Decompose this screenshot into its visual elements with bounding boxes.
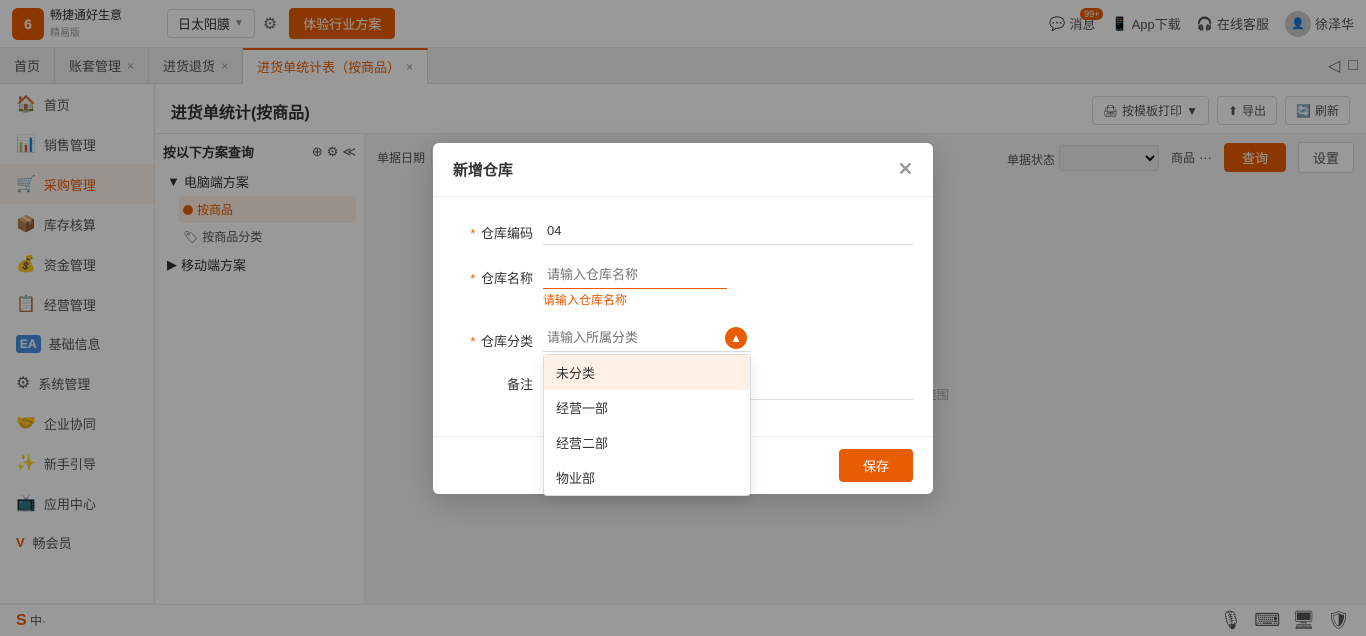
category-toggle-btn[interactable]: ▲ bbox=[725, 327, 747, 349]
save-btn[interactable]: 保存 bbox=[839, 449, 913, 482]
dropdown-option-dept1[interactable]: 经营一部 bbox=[544, 390, 750, 425]
name-error-msg: 请输入仓库名称 bbox=[543, 291, 627, 308]
dropdown-option-property[interactable]: 物业部 bbox=[544, 460, 750, 495]
modal-header: 新增仓库 ✕ bbox=[433, 143, 933, 197]
modal-close-btn[interactable]: ✕ bbox=[898, 159, 913, 180]
modal-title: 新增仓库 bbox=[453, 159, 513, 180]
code-label: * 仓库编码 bbox=[453, 217, 543, 242]
dropdown-option-unclassified[interactable]: 未分类 bbox=[544, 355, 750, 390]
new-warehouse-modal: 新增仓库 ✕ * 仓库编码 * 仓库名称 bbox=[433, 143, 933, 494]
category-input[interactable] bbox=[543, 324, 751, 352]
name-input[interactable] bbox=[543, 261, 727, 289]
category-form-row: * 仓库分类 ▲ 未分类 经营一部 经营二部 物业部 bbox=[453, 324, 913, 352]
modal-body: * 仓库编码 * 仓库名称 请输入仓库名称 bbox=[433, 197, 933, 436]
category-dropdown: 未分类 经营一部 经营二部 物业部 bbox=[543, 354, 751, 496]
modal-overlay: 新增仓库 ✕ * 仓库编码 * 仓库名称 bbox=[0, 0, 1366, 636]
name-label: * 仓库名称 bbox=[453, 262, 543, 287]
code-input[interactable] bbox=[543, 217, 913, 245]
dropdown-option-dept2[interactable]: 经营二部 bbox=[544, 425, 750, 460]
code-form-row: * 仓库编码 bbox=[453, 217, 913, 245]
category-select-wrapper: ▲ 未分类 经营一部 经营二部 物业部 bbox=[543, 324, 751, 352]
category-label: * 仓库分类 bbox=[453, 325, 543, 350]
note-label: 备注 bbox=[453, 368, 543, 393]
name-form-row: * 仓库名称 请输入仓库名称 bbox=[453, 261, 913, 308]
